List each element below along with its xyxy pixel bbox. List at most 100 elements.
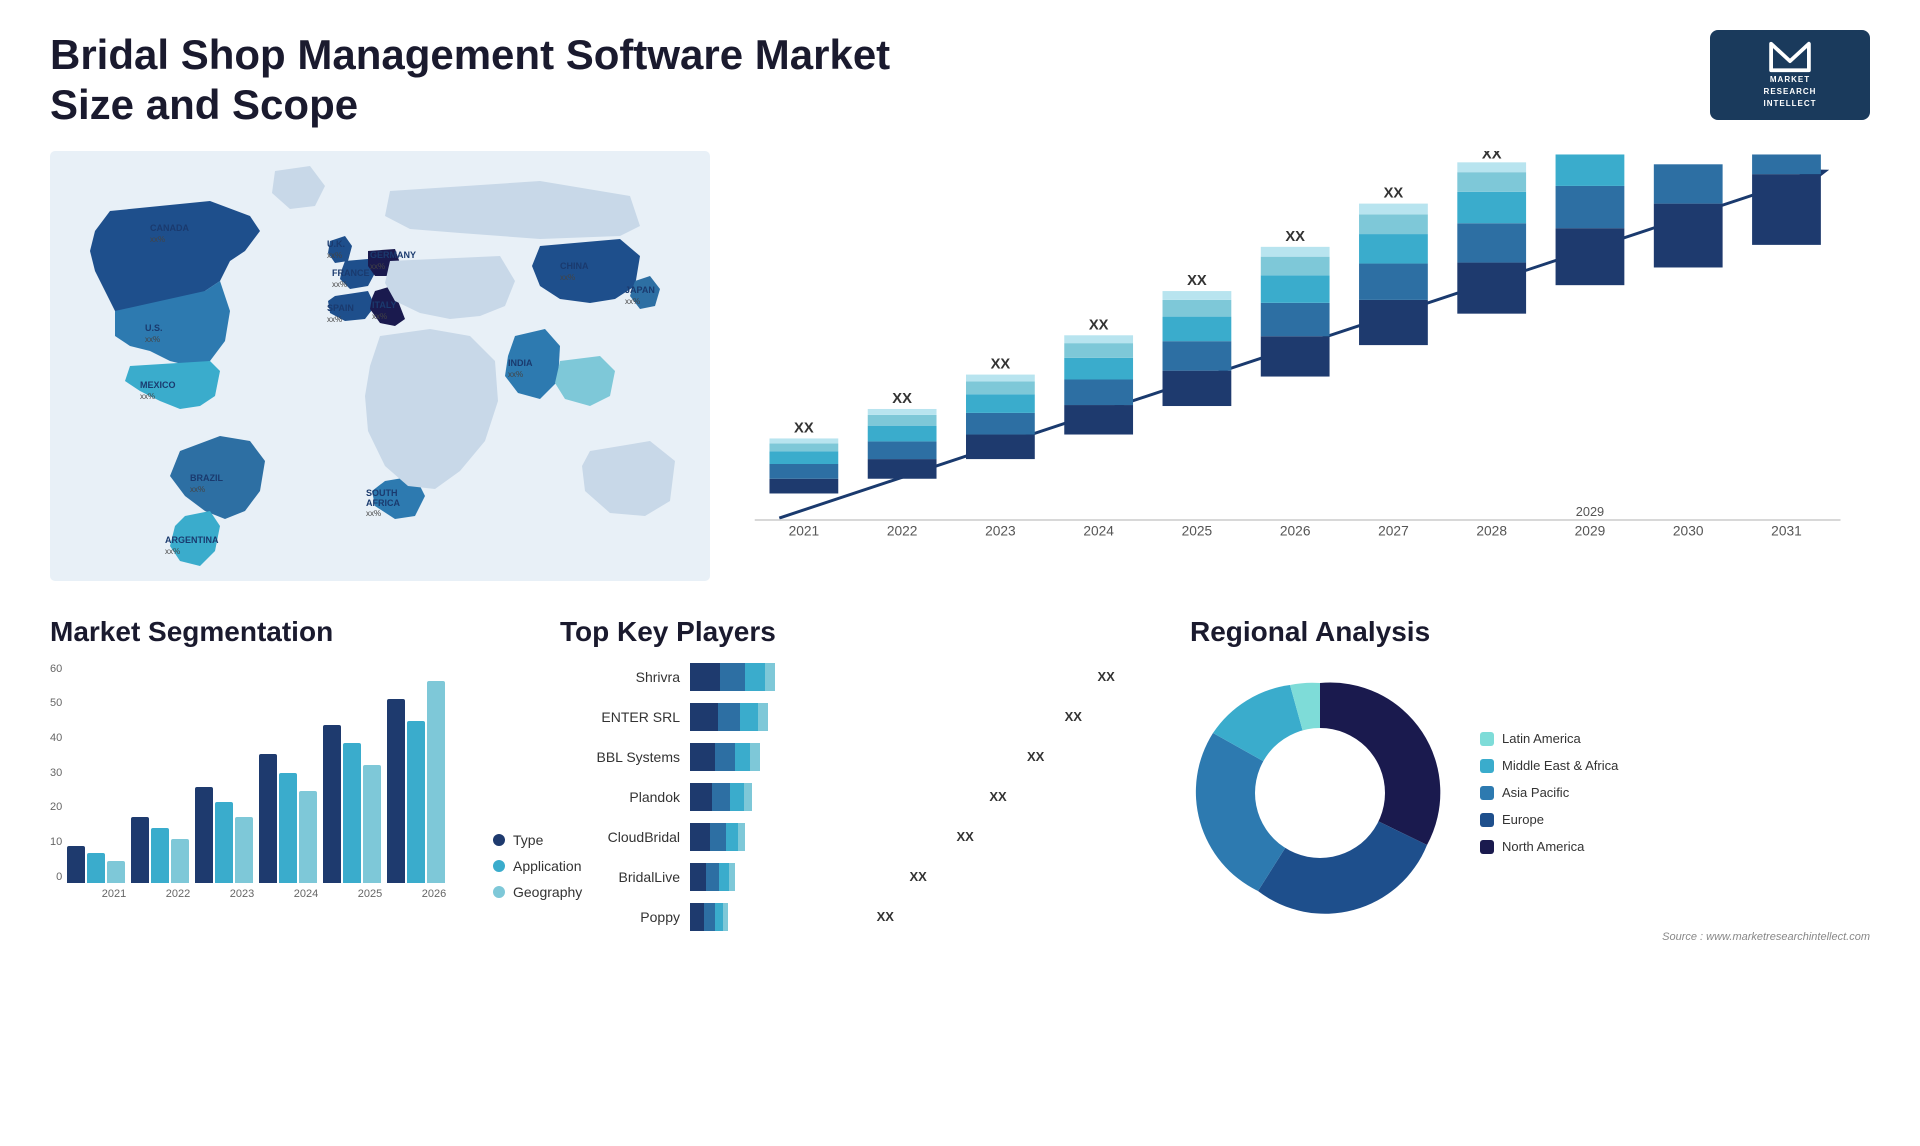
seg-bar-geography-2025 xyxy=(363,765,381,882)
player-name-2: BBL Systems xyxy=(560,749,680,765)
player-bar-seg-4-1 xyxy=(710,823,726,851)
player-label-3: XX xyxy=(989,789,1006,804)
seg-bar-application-2022 xyxy=(151,828,169,883)
player-bar-seg-3-3 xyxy=(744,783,752,811)
seg-bar-geography-2026 xyxy=(427,681,445,883)
svg-text:xx%: xx% xyxy=(190,485,205,494)
svg-text:2028: 2028 xyxy=(1476,524,1507,539)
player-bar-seg-3-0 xyxy=(690,783,712,811)
svg-text:2026: 2026 xyxy=(1280,524,1311,539)
latin-america-dot xyxy=(1480,732,1494,746)
seg-bar-application-2021 xyxy=(87,853,105,882)
north-america-dot xyxy=(1480,840,1494,854)
us-label: U.S. xyxy=(145,323,163,333)
seg-chart-with-yaxis: 60 50 40 30 20 10 0 xyxy=(50,663,463,883)
svg-text:XX: XX xyxy=(1285,229,1305,245)
seg-x-label-2025: 2025 xyxy=(341,888,399,900)
seg-group-2022 xyxy=(131,817,189,883)
svg-text:xx%: xx% xyxy=(145,335,160,344)
world-map-section: CANADA xx% U.S. xx% MEXICO xx% BRAZIL xx… xyxy=(50,151,700,591)
north-america-label: North America xyxy=(1502,839,1584,854)
svg-text:2021: 2021 xyxy=(789,524,820,539)
uk-label: U.K. xyxy=(327,239,345,249)
donut-container: Latin America Middle East & Africa Asia … xyxy=(1190,663,1870,923)
player-label-1: XX xyxy=(1065,709,1082,724)
south-africa-label: SOUTH xyxy=(366,488,398,498)
latin-america-legend: Latin America xyxy=(1480,731,1618,746)
player-row-5: BridalLiveXX xyxy=(560,863,1160,891)
player-bar-container-5: XX xyxy=(690,863,1160,891)
world-map-svg: CANADA xx% U.S. xx% MEXICO xx% BRAZIL xx… xyxy=(50,151,710,581)
svg-text:XX: XX xyxy=(1384,185,1404,201)
player-bar-inner-1 xyxy=(690,703,1057,731)
svg-text:xx%: xx% xyxy=(165,547,180,556)
player-bar-inner-3 xyxy=(690,783,981,811)
player-bar-container-3: XX xyxy=(690,783,1160,811)
canada-label: CANADA xyxy=(150,223,189,233)
mea-legend: Middle East & Africa xyxy=(1480,758,1618,773)
svg-text:XX: XX xyxy=(1482,151,1502,162)
segmentation-title: Market Segmentation xyxy=(50,616,530,648)
growth-chart-section: XX 2021 XX 2022 xyxy=(720,151,1870,591)
svg-text:xx%: xx% xyxy=(140,392,155,401)
seg-legend: Type Application Geography xyxy=(493,822,582,900)
italy-label: ITALY xyxy=(372,300,397,310)
seg-bar-geography-2021 xyxy=(107,861,125,883)
latin-america-label: Latin America xyxy=(1502,731,1581,746)
type-label: Type xyxy=(513,832,543,848)
player-row-4: CloudBridalXX xyxy=(560,823,1160,851)
player-row-0: ShrivraXX xyxy=(560,663,1160,691)
seg-bar-type-2023 xyxy=(195,787,213,882)
china-label: CHINA xyxy=(560,261,589,271)
svg-text:xx%: xx% xyxy=(370,262,385,271)
argentina-label: ARGENTINA xyxy=(165,535,219,545)
player-bar-seg-3-1 xyxy=(712,783,730,811)
player-bar-seg-2-1 xyxy=(715,743,735,771)
seg-x-labels: 202120222023202420252026 xyxy=(85,888,463,900)
seg-group-2023 xyxy=(195,787,253,882)
type-dot xyxy=(493,834,505,846)
players-section: Top Key Players ShrivraXXENTER SRLXXBBL … xyxy=(560,616,1160,943)
player-label-2: XX xyxy=(1027,749,1044,764)
player-bar-seg-0-0 xyxy=(690,663,720,691)
player-bar-container-0: XX xyxy=(690,663,1160,691)
seg-x-label-2021: 2021 xyxy=(85,888,143,900)
logo-area: MARKET RESEARCH INTELLECT xyxy=(1710,30,1870,120)
page-title: Bridal Shop Management Software Market S… xyxy=(50,30,950,131)
legend-type: Type xyxy=(493,832,582,848)
geo-dot xyxy=(493,886,505,898)
seg-bar-application-2023 xyxy=(215,802,233,883)
seg-bar-type-2025 xyxy=(323,725,341,883)
seg-bar-application-2026 xyxy=(407,721,425,882)
europe-dot xyxy=(1480,813,1494,827)
india-label: INDIA xyxy=(508,358,533,368)
player-bar-seg-6-0 xyxy=(690,903,704,931)
seg-bar-application-2024 xyxy=(279,773,297,883)
north-america-legend: North America xyxy=(1480,839,1618,854)
player-bar-seg-2-2 xyxy=(735,743,750,771)
player-bar-seg-1-1 xyxy=(718,703,740,731)
player-label-6: XX xyxy=(877,909,894,924)
germany-label: GERMANY xyxy=(370,250,416,260)
player-name-3: Plandok xyxy=(560,789,680,805)
player-bar-container-1: XX xyxy=(690,703,1160,731)
seg-group-2026 xyxy=(387,681,445,883)
app-label: Application xyxy=(513,858,582,874)
svg-text:xx%: xx% xyxy=(625,297,640,306)
svg-text:2023: 2023 xyxy=(985,524,1016,539)
player-bar-inner-6 xyxy=(690,903,869,931)
seg-x-label-2023: 2023 xyxy=(213,888,271,900)
svg-text:AFRICA: AFRICA xyxy=(366,498,400,508)
player-bar-inner-2 xyxy=(690,743,1019,771)
bottom-grid: Market Segmentation 60 50 40 30 20 10 0 xyxy=(50,616,1870,943)
growth-chart-svg: XX 2021 XX 2022 xyxy=(740,151,1870,551)
donut-chart-svg xyxy=(1190,663,1450,923)
player-name-6: Poppy xyxy=(560,909,680,925)
player-label-0: XX xyxy=(1098,669,1115,684)
player-bar-seg-4-3 xyxy=(738,823,745,851)
player-bar-inner-5 xyxy=(690,863,902,891)
segmentation-section: Market Segmentation 60 50 40 30 20 10 0 xyxy=(50,616,530,943)
regional-legend: Latin America Middle East & Africa Asia … xyxy=(1480,731,1618,854)
mea-dot xyxy=(1480,759,1494,773)
player-bar-seg-5-1 xyxy=(706,863,719,891)
